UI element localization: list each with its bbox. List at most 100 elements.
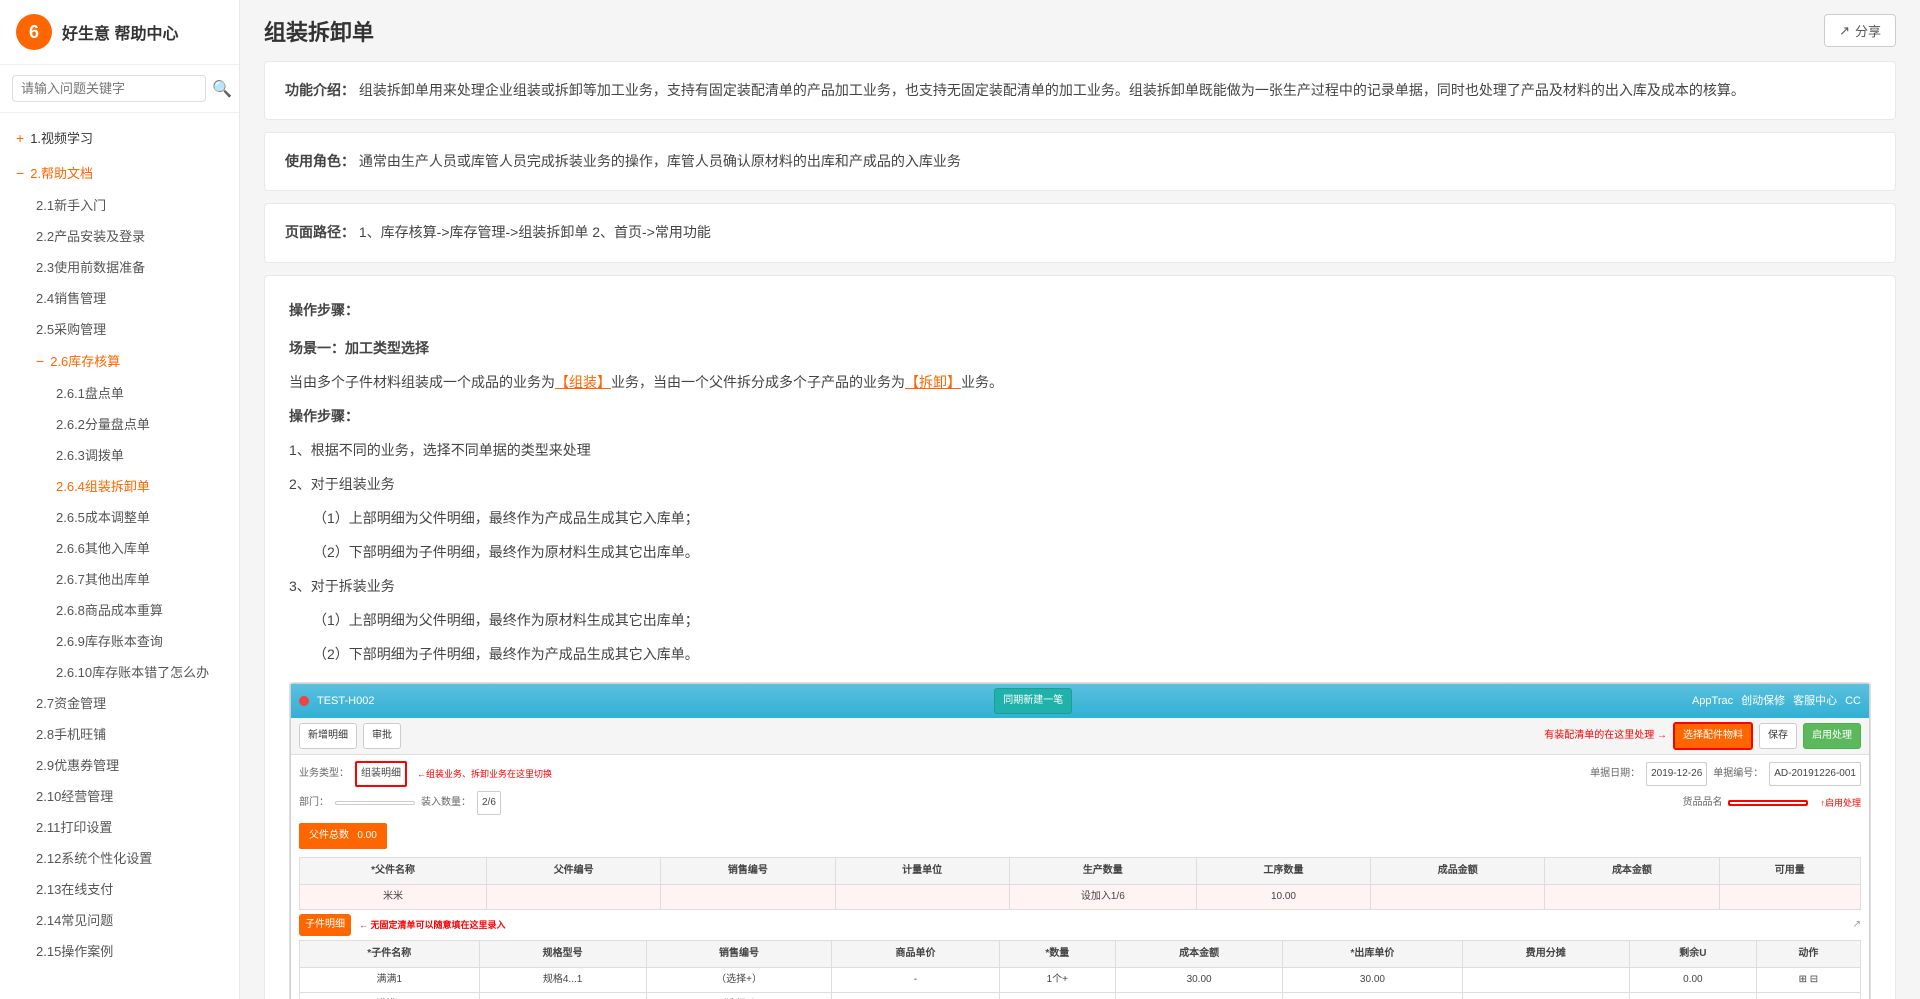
sw-col-spec: 规格型号 <box>479 940 646 967</box>
sidebar-item-sales[interactable]: 2.4销售管理 <box>8 282 239 313</box>
sidebar-item-purchase[interactable]: 2.5采购管理 <box>8 313 239 344</box>
sw-col-prod-amt: 成品金额 <box>1371 857 1545 884</box>
sidebar-item-mobile[interactable]: 2.8手机旺铺 <box>8 718 239 749</box>
sidebar-item-transfer[interactable]: 2.6.3调拨单 <box>16 439 239 470</box>
nav-subsection-inventory: − 2.6库存核算 2.6.1盘点单 2.6.2分量盘点单 2.6.3调拨单 2… <box>8 344 239 687</box>
sw-col-sale-num: 销售编号 <box>661 857 835 884</box>
scene1-desc: 当由多个子件材料组装成一个成品的业务为【组装】业务，当由一个父件拆分成多个子产品… <box>289 368 1871 396</box>
sidebar-item-stocktake[interactable]: 2.6.1盘点单 <box>16 377 239 408</box>
steps-label: 操作步骤： <box>289 408 359 424</box>
sidebar-item-faq[interactable]: 2.14常见问题 <box>8 904 239 935</box>
link-assembly[interactable]: 【组装】 <box>555 374 611 390</box>
sw-row-dept: 部门： 装入数量： 2/6 货品品名 ↑启用处理 <box>299 791 1861 815</box>
sw-dept-label: 部门： <box>299 793 329 813</box>
sw-cell-qty2-2 <box>999 992 1115 999</box>
sidebar-item-ledger-query[interactable]: 2.6.9库存账本查询 <box>16 625 239 656</box>
sidebar-item-ops[interactable]: 2.10经营管理 <box>8 780 239 811</box>
sw-table-header-parent: *父件名称 父件编号 销售编号 计量单位 生产数量 工序数量 成品金额 成本金额… <box>300 857 1861 884</box>
sw-date-label: 单据日期： <box>1590 764 1640 784</box>
logo-bar: 6 好生意 帮助中心 <box>0 0 239 65</box>
link-disassemble[interactable]: 【拆卸】 <box>905 374 961 390</box>
sw-qty-value[interactable]: 2/6 <box>477 791 501 815</box>
sw-col-prod-qty: 生产数量 <box>1009 857 1196 884</box>
top-bar: 组装拆卸单 ↗ 分享 <box>240 0 1920 61</box>
sw-enable[interactable]: 启用处理 <box>1803 723 1861 749</box>
expand-icon-1: + <box>16 130 24 146</box>
sw-table-parent: *父件名称 父件编号 销售编号 计量单位 生产数量 工序数量 成品金额 成本金额… <box>299 857 1861 910</box>
sw-type-value[interactable]: 组装明细 <box>355 761 407 787</box>
sw-hint-label: 货品品名 <box>1682 793 1722 813</box>
sw-save[interactable]: 保存 <box>1759 723 1797 749</box>
sidebar-item-cases[interactable]: 2.15操作案例 <box>8 935 239 966</box>
sw-tab-approve[interactable]: 审批 <box>363 723 401 749</box>
sidebar-item-install[interactable]: 2.2产品安装及登录 <box>8 220 239 251</box>
sidebar-item-partial-stocktake[interactable]: 2.6.2分量盘点单 <box>16 408 239 439</box>
sw-cc: CC <box>1845 690 1861 712</box>
search-bar: 🔍 <box>0 65 239 113</box>
sw-col-unit-price: 商品单价 <box>832 940 999 967</box>
ann-label-4: ← 无固定清单可以随意填在这里录入 <box>359 916 506 934</box>
screenshot-container: TEST-H002 同期新建一笔 AppTrac 创动保修 客服中心 CC 新增… <box>289 682 1871 999</box>
sidebar-label-2: 2.帮助文档 <box>30 163 93 182</box>
sidebar-item-other-out[interactable]: 2.6.7其他出库单 <box>16 563 239 594</box>
sw-col-proc-qty: 工序数量 <box>1196 857 1370 884</box>
sw-new-btn[interactable]: 同期新建一笔 <box>994 688 1072 714</box>
sidebar-item-assembly[interactable]: 2.6.4组装拆卸单 <box>16 470 239 501</box>
sw-cell-alloc-2 <box>1462 992 1629 999</box>
sidebar-item-custom[interactable]: 2.12系统个性化设置 <box>8 842 239 873</box>
sw-col-child-name: *子件名称 <box>300 940 480 967</box>
sidebar-item-coupon[interactable]: 2.9优惠券管理 <box>8 749 239 780</box>
sidebar-item-other-in[interactable]: 2.6.6其他入库单 <box>16 532 239 563</box>
sw-cell-spec-2 <box>479 992 646 999</box>
sw-cell-uprice-1: - <box>832 967 999 992</box>
sw-cell-action-2[interactable]: ⊞ ⊟ <box>1756 992 1860 999</box>
nav-section-1: + 1.视频学习 <box>0 121 239 154</box>
sidebar-item-online-pay[interactable]: 2.13在线支付 <box>8 873 239 904</box>
sw-bom-select[interactable]: 选择配件物料 <box>1673 722 1753 750</box>
ops-label: 操作步骤： <box>289 302 359 318</box>
ann-label-3: ↑启用处理 <box>1820 794 1861 812</box>
sidebar-item-cost-adjust[interactable]: 2.6.5成本调整单 <box>16 501 239 532</box>
sidebar-item-inventory[interactable]: − 2.6库存核算 <box>8 344 239 377</box>
sw-expand-icon[interactable]: ↗ <box>1853 915 1861 935</box>
sidebar-item-video-learning[interactable]: + 1.视频学习 <box>0 121 239 154</box>
sw-cell-uprice-2 <box>832 992 999 999</box>
sidebar-item-ledger-error[interactable]: 2.6.10库存账本错了怎么办 <box>16 656 239 687</box>
sw-num-value[interactable]: AD-20191226-001 <box>1769 762 1861 786</box>
share-button[interactable]: ↗ 分享 <box>1824 14 1896 47</box>
sw-table-header-child: *子件名称 规格型号 销售编号 商品单价 *数量 成本金额 *出库单价 费用分摊… <box>300 940 1861 967</box>
sw-date-value[interactable]: 2019-12-26 <box>1646 762 1707 786</box>
sidebar-item-new-user[interactable]: 2.1新手入门 <box>8 189 239 220</box>
sidebar-item-data-prep[interactable]: 2.3使用前数据准备 <box>8 251 239 282</box>
software-screenshot: TEST-H002 同期新建一笔 AppTrac 创动保修 客服中心 CC 新增… <box>290 683 1870 999</box>
sw-num-label: 单据编号： <box>1713 764 1763 784</box>
sw-section-bar: 父件总数 0.00 <box>299 823 387 849</box>
sw-dept-field[interactable] <box>335 801 415 805</box>
steps-block: 操作步骤： 场景一：加工类型选择 当由多个子件材料组装成一个成品的业务为【组装】… <box>264 275 1896 999</box>
sw-warranty: 创动保修 <box>1741 690 1785 712</box>
sw-table-row-child-1: 满满1 规格4...1 （选择+） - 1个+ 30.00 30.00 0.00 <box>300 967 1861 992</box>
sw-goods-field[interactable] <box>1728 800 1808 806</box>
main-area: 组装拆卸单 ↗ 分享 功能介绍： 组装拆卸单用来处理企业组装或拆卸等加工业务，支… <box>240 0 1920 999</box>
func-intro-text: 组装拆卸单用来处理企业组装或拆卸等加工业务，支持有固定装配清单的产品加工业务，也… <box>359 82 1745 98</box>
path-intro-text: 1、库存核算->库存管理->组装拆卸单 2、首页->常用功能 <box>359 224 711 240</box>
sidebar-item-help-docs[interactable]: − 2.帮助文档 <box>0 156 239 189</box>
sidebar-label-1: 1.视频学习 <box>30 128 93 147</box>
sw-cell-action-1[interactable]: ⊞ ⊟ <box>1756 967 1860 992</box>
sw-cell-remain-2: 0.00 <box>1629 992 1756 999</box>
sw-cell-sale2-1: （选择+） <box>646 967 832 992</box>
sw-tab-new[interactable]: 新增明细 <box>299 723 357 749</box>
nav-section-2: − 2.帮助文档 2.1新手入门 2.2产品安装及登录 2.3使用前数据准备 2… <box>0 156 239 966</box>
sw-support: 客服中心 <box>1793 690 1837 712</box>
scene1-label: 场景一：加工类型选择 <box>289 340 429 356</box>
search-button[interactable]: 🔍 <box>212 79 232 99</box>
sw-col-cost-amt2: 成本金额 <box>1115 940 1282 967</box>
sidebar-item-cost-recalc[interactable]: 2.6.8商品成本重算 <box>16 594 239 625</box>
sw-orange-bar-row: 父件总数 0.00 <box>299 819 1861 853</box>
search-input[interactable] <box>12 75 206 102</box>
sidebar-item-finance[interactable]: 2.7资金管理 <box>8 687 239 718</box>
sidebar-item-print[interactable]: 2.11打印设置 <box>8 811 239 842</box>
sw-cell-cost-amt-1 <box>1545 884 1719 909</box>
sw-type-label: 业务类型： <box>299 764 349 784</box>
sw-table-row-child-2: 满满2 （选择+） 30.00 0.00 0.00 ⊞ ⊟ <box>300 992 1861 999</box>
